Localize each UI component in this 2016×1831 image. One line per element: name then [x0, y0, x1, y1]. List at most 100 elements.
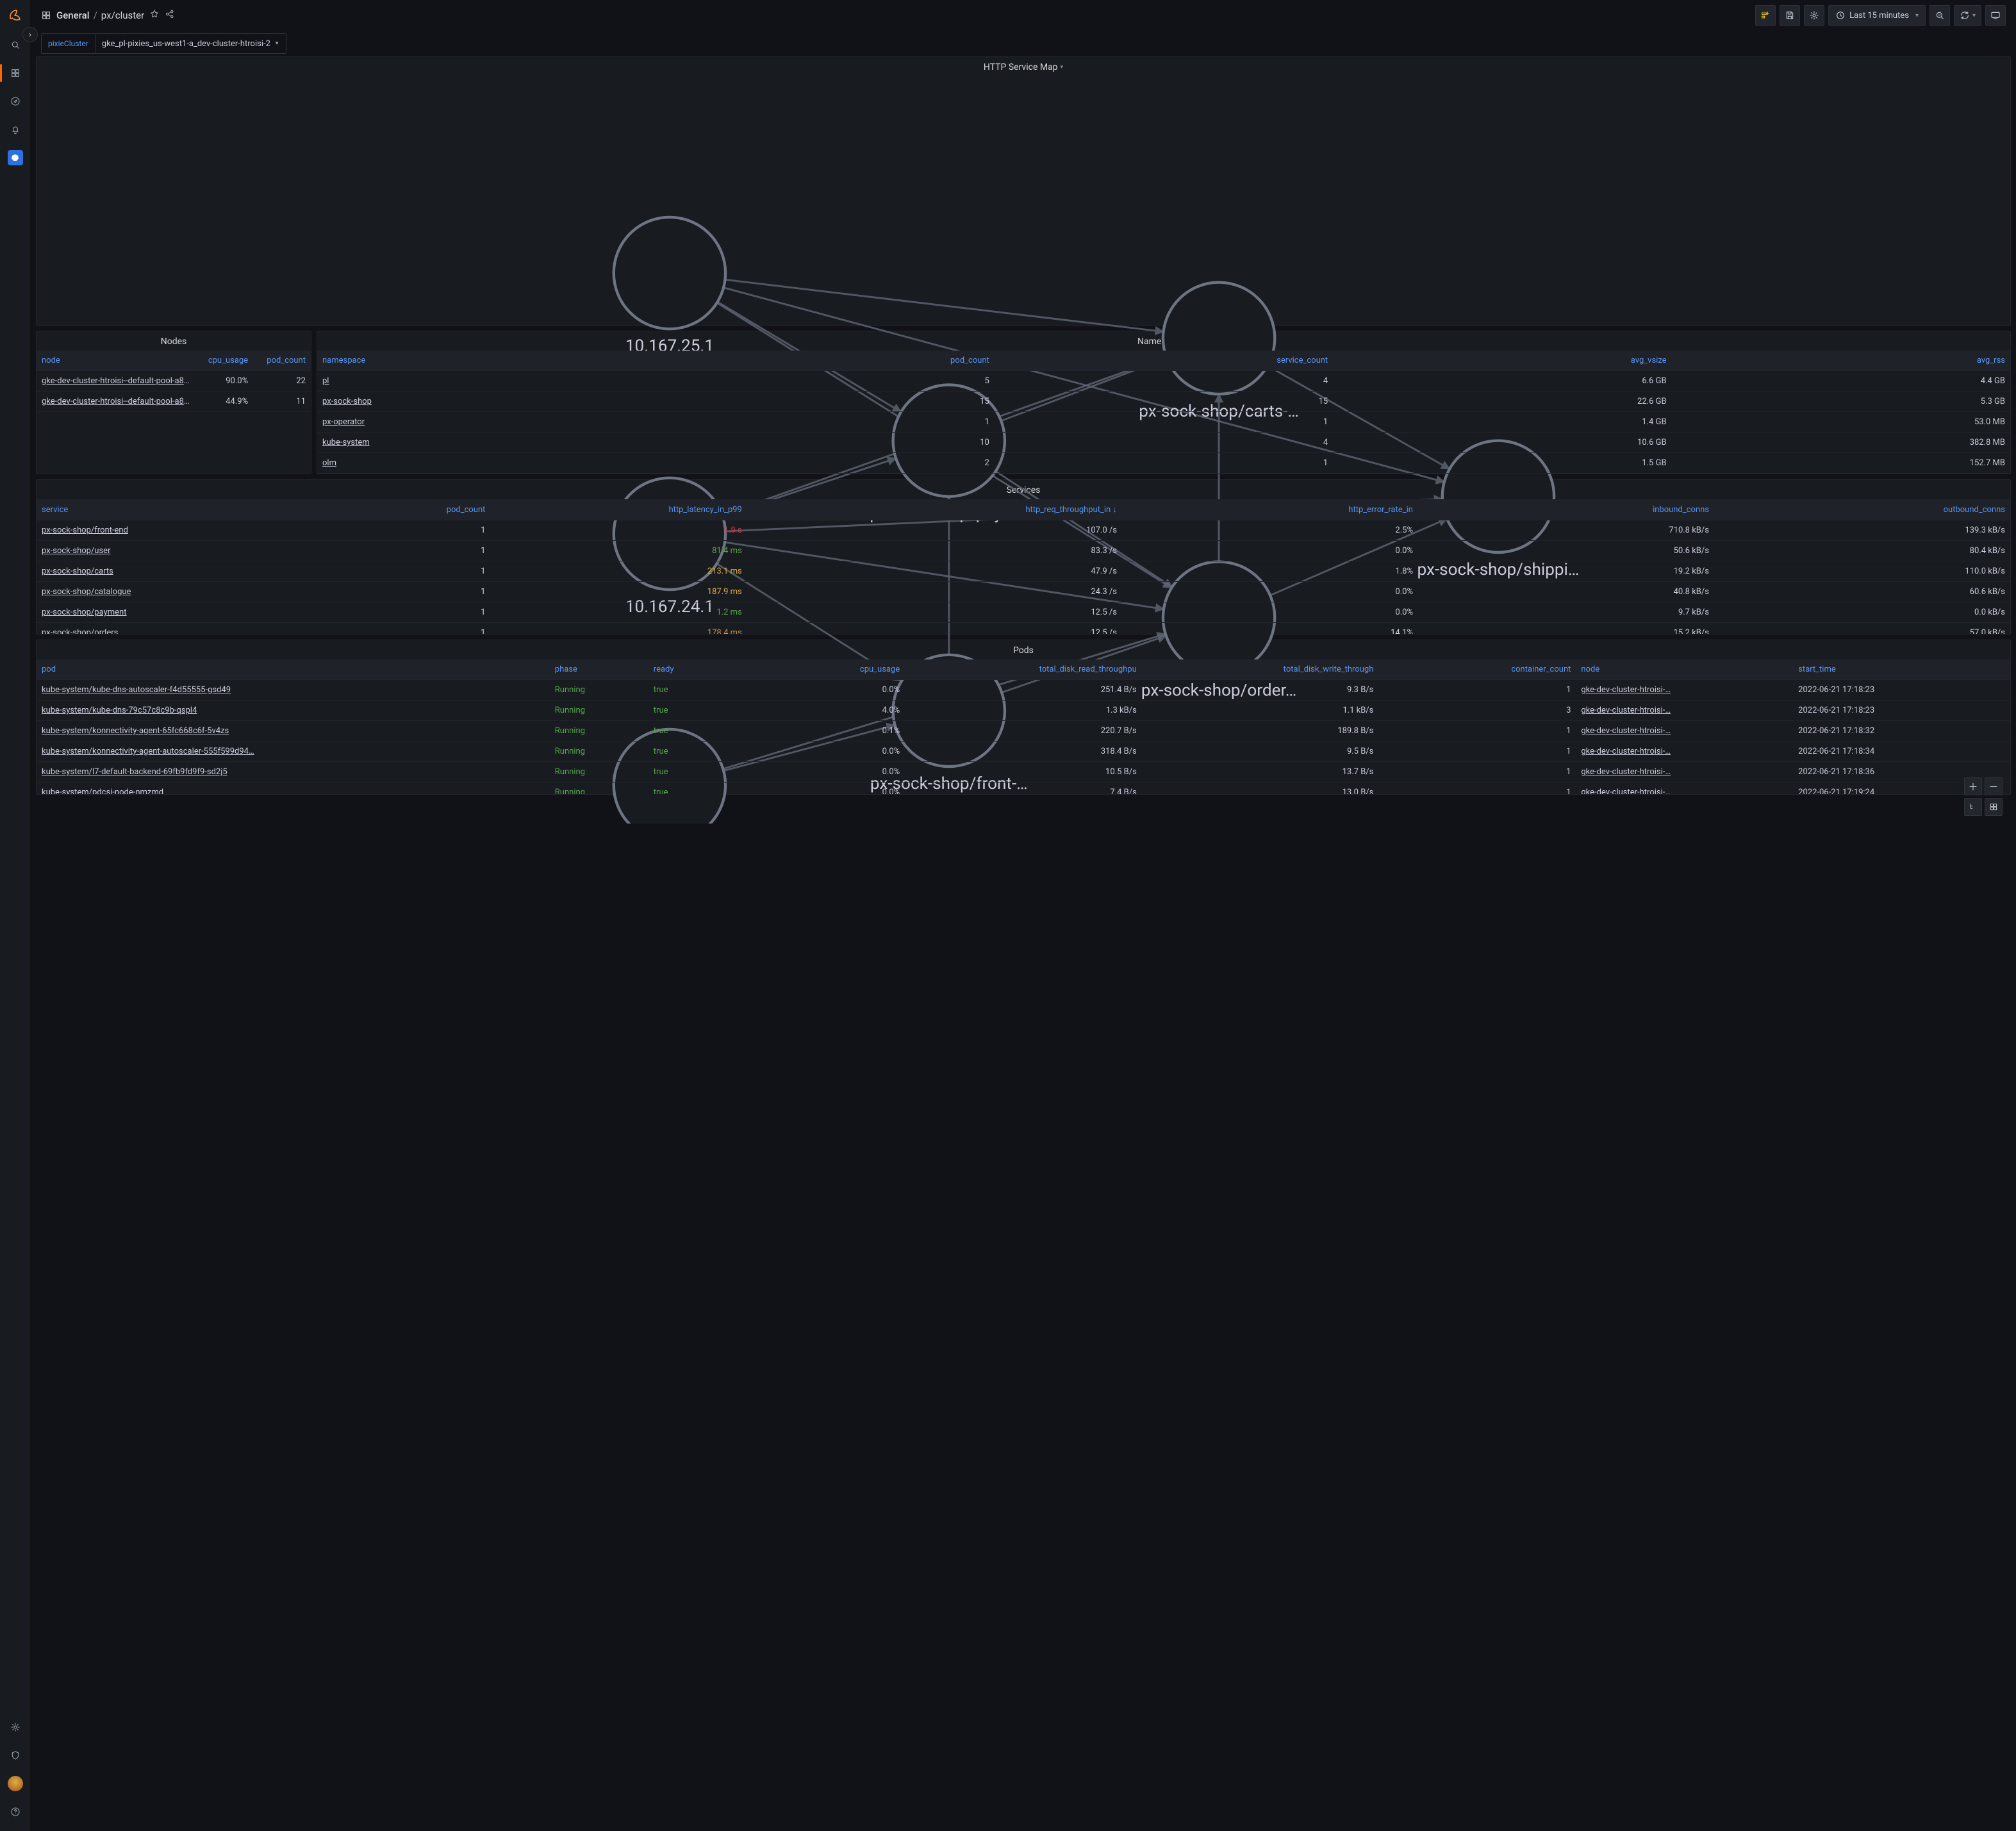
- variable-value: gke_pl-pixies_us-west1-a_dev-cluster-htr…: [102, 39, 270, 49]
- table-row: px-operator111.4 GB53.0 MB: [317, 412, 2010, 433]
- breadcrumb[interactable]: General / px/cluster: [56, 10, 144, 21]
- explore-icon[interactable]: [3, 88, 28, 114]
- service-link[interactable]: px-sock-shop/user: [42, 546, 110, 556]
- node-link[interactable]: gke-dev-cluster-htroisi-…: [1581, 767, 1788, 777]
- pods-table: pod phase ready cpu_usage total_disk_rea…: [37, 659, 2010, 794]
- zoom-out-button[interactable]: [1929, 5, 1950, 26]
- pod-link[interactable]: kube-system/kube-dns-autoscaler-f4d55555…: [42, 685, 545, 695]
- table-row: px-sock-shop151522.6 GB5.3 GB: [317, 392, 2010, 412]
- table-row: px-sock-shop/payment11.2 ms12.5 /s0.0%9.…: [37, 602, 2010, 623]
- pod-link[interactable]: kube-system/pdcsi-node-nmzmd: [42, 788, 545, 794]
- hierarchy-icon[interactable]: [1964, 798, 1982, 816]
- panel-title[interactable]: HTTP Service Map▾: [37, 57, 2010, 76]
- time-range-label: Last 15 minutes: [1849, 11, 1909, 21]
- save-button[interactable]: [1780, 5, 1800, 26]
- topbar: General / px/cluster Last 15 minutes ▾ ▾: [31, 0, 2016, 31]
- help-icon[interactable]: [3, 1799, 28, 1825]
- share-icon[interactable]: [165, 9, 175, 22]
- ready: true: [649, 742, 747, 762]
- table-row: px-sock-shop/carts1213.1 ms47.9 /s1.8%19…: [37, 561, 2010, 582]
- chevron-down-icon: ▾: [1061, 64, 1064, 70]
- sidebar: ›: [0, 0, 31, 1831]
- col-node[interactable]: node: [37, 351, 195, 371]
- pod-link[interactable]: kube-system/konnectivity-agent-65fc668c6…: [42, 726, 545, 736]
- phase: Running: [550, 680, 649, 700]
- ready: true: [649, 700, 747, 721]
- phase: Running: [550, 783, 649, 795]
- pod-link[interactable]: kube-system/konnectivity-agent-autoscale…: [42, 747, 545, 756]
- table-row: px-sock-shop/user181.4 ms83.3 /s0.0%50.6…: [37, 541, 2010, 561]
- node-link[interactable]: gke-dev-cluster-htroisi--default-pool-a8…: [42, 397, 190, 406]
- node-link[interactable]: gke-dev-cluster-htroisi--default-pool-a8…: [42, 376, 190, 386]
- breadcrumb-folder[interactable]: General: [56, 10, 90, 21]
- col-ns[interactable]: namespace: [317, 351, 656, 371]
- star-icon[interactable]: [149, 9, 160, 22]
- pod-link[interactable]: kube-system/kube-dns-79c57c8c9b-qspl4: [42, 706, 545, 715]
- phase: Running: [550, 700, 649, 721]
- refresh-button[interactable]: ▾: [1954, 5, 1981, 26]
- service-link[interactable]: px-sock-shop/catalogue: [42, 587, 131, 597]
- breadcrumb-dashboard[interactable]: px/cluster: [101, 10, 144, 21]
- tv-mode-button[interactable]: [1985, 5, 2006, 26]
- ready: true: [649, 721, 747, 742]
- ready: true: [649, 680, 747, 700]
- user-avatar[interactable]: [3, 1771, 28, 1796]
- node-link[interactable]: gke-dev-cluster-htroisi-…: [1581, 788, 1788, 794]
- node-link[interactable]: gke-dev-cluster-htroisi-…: [1581, 706, 1788, 715]
- chevron-down-icon: ▾: [1915, 12, 1919, 19]
- services-table: service pod_count http_latency_in_p99 ht…: [37, 499, 2010, 634]
- panel-service-map: HTTP Service Map▾ 10.167.25.110.167.24.1…: [36, 56, 2011, 326]
- nodes-table: node cpu_usage pod_count gke-dev-cluster…: [37, 351, 311, 412]
- dashboards-icon[interactable]: [3, 60, 28, 86]
- settings-button[interactable]: [1804, 5, 1824, 26]
- panel-services: Services service pod_count http_latency_…: [36, 479, 2011, 634]
- add-panel-button[interactable]: [1755, 5, 1776, 26]
- table-row: olm211.5 GB152.7 MB: [317, 453, 2010, 474]
- settings-icon[interactable]: [3, 1714, 28, 1740]
- service-link[interactable]: px-sock-shop/carts: [42, 567, 113, 576]
- graph-node[interactable]: [614, 217, 725, 329]
- node-link[interactable]: gke-dev-cluster-htroisi-…: [1581, 685, 1788, 695]
- pod-link[interactable]: kube-system/l7-default-backend-69fb9fd9f…: [42, 767, 545, 777]
- namespace-link[interactable]: olm: [322, 458, 336, 468]
- namespace-link[interactable]: px-sock-shop: [322, 397, 372, 406]
- variable-select[interactable]: gke_pl-pixies_us-west1-a_dev-cluster-htr…: [95, 33, 287, 54]
- panel-namespaces: Namespaces namespace pod_count service_c…: [317, 331, 2011, 474]
- phase: Running: [550, 721, 649, 742]
- namespace-link[interactable]: kube-system: [322, 438, 370, 447]
- ready: true: [649, 783, 747, 795]
- alerting-icon[interactable]: [3, 117, 28, 142]
- service-link[interactable]: px-sock-shop/payment: [42, 608, 126, 617]
- table-row: kube-system/l7-default-backend-69fb9fd9f…: [37, 762, 2010, 783]
- variable-label: pixieCluster: [41, 33, 95, 54]
- table-row: kube-system10410.6 GB382.8 MB: [317, 433, 2010, 453]
- node-link[interactable]: gke-dev-cluster-htroisi-…: [1581, 747, 1788, 756]
- time-range-picker[interactable]: Last 15 minutes ▾: [1828, 5, 1926, 26]
- table-row: gke-dev-cluster-htroisi--default-pool-a8…: [37, 371, 311, 392]
- phase: Running: [550, 742, 649, 762]
- grid-icon[interactable]: [1985, 798, 2003, 816]
- namespace-link[interactable]: pl: [322, 376, 329, 386]
- variable-row: pixieCluster gke_pl-pixies_us-west1-a_de…: [31, 31, 2016, 56]
- grid-icon: [41, 10, 51, 21]
- namespaces-table: namespace pod_count service_count avg_vs…: [317, 351, 2010, 474]
- ready: true: [649, 762, 747, 783]
- table-row: kube-system/konnectivity-agent-65fc668c6…: [37, 721, 2010, 742]
- table-row: kube-system/pdcsi-node-nmzmdRunningtrue0…: [37, 783, 2010, 795]
- service-link[interactable]: px-sock-shop/orders: [42, 628, 118, 634]
- node-link[interactable]: gke-dev-cluster-htroisi-…: [1581, 726, 1788, 736]
- expand-sidebar-icon[interactable]: ›: [22, 27, 38, 42]
- admin-icon[interactable]: [3, 1743, 28, 1768]
- table-row: gke-dev-cluster-htroisi--default-pool-a8…: [37, 392, 311, 412]
- table-row: px-sock-shop/catalogue1187.9 ms24.3 /s0.…: [37, 582, 2010, 602]
- table-row: px-sock-shop/front-end11.9 s107.0 /s2.5%…: [37, 520, 2010, 541]
- table-row: pl546.6 GB4.4 GB: [317, 371, 2010, 392]
- panel-pods: Pods pod phase ready cpu_usage total_dis…: [36, 640, 2011, 795]
- col-podcount[interactable]: pod_count: [253, 351, 311, 371]
- col-cpu[interactable]: cpu_usage: [195, 351, 253, 371]
- kubernetes-icon[interactable]: [3, 145, 28, 170]
- service-link[interactable]: px-sock-shop/front-end: [42, 526, 128, 535]
- grafana-logo[interactable]: [5, 5, 26, 26]
- namespace-link[interactable]: px-operator: [322, 417, 365, 427]
- table-row: kube-system/kube-dns-autoscaler-f4d55555…: [37, 680, 2010, 700]
